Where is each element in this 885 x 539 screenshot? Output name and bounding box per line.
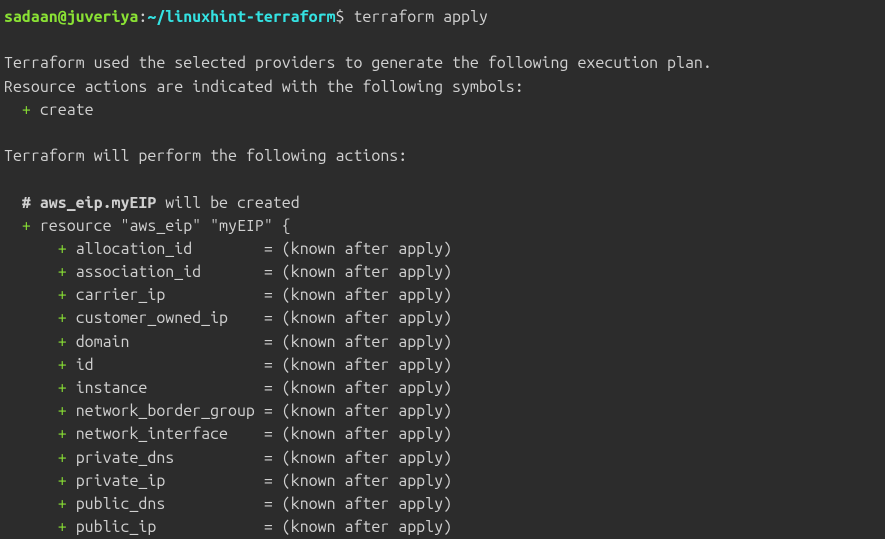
attr-row: + customer_owned_ip = (known after apply…: [4, 309, 452, 327]
attr-row: + private_ip = (known after apply): [4, 472, 452, 490]
attr-val: (known after apply): [282, 495, 452, 513]
create-symbol: +: [4, 101, 31, 119]
attr-val: (known after apply): [282, 263, 452, 281]
prompt-path: ~/linuxhint-terraform: [147, 8, 335, 26]
prompt-dollar: $: [336, 8, 354, 26]
resource-plus: +: [4, 217, 31, 235]
prompt-command: terraform apply: [353, 8, 487, 26]
attr-eq: =: [264, 449, 282, 467]
attr-eq: =: [264, 495, 282, 513]
actions-header: Terraform will perform the following act…: [4, 147, 407, 165]
attr-eq: =: [264, 263, 282, 281]
attr-row: + network_interface = (known after apply…: [4, 425, 452, 443]
intro-line2: Resource actions are indicated with the …: [4, 78, 524, 96]
attr-plus: +: [4, 518, 67, 536]
attr-plus: +: [4, 379, 67, 397]
attr-eq: =: [264, 425, 282, 443]
attr-row: + network_border_group = (known after ap…: [4, 402, 452, 420]
attr-name: public_ip: [67, 518, 264, 536]
attr-plus: +: [4, 495, 67, 513]
attr-name: network_border_group: [67, 402, 264, 420]
attr-name: carrier_ip: [67, 286, 264, 304]
attr-val: (known after apply): [282, 449, 452, 467]
attr-eq: =: [264, 379, 282, 397]
attr-eq: =: [264, 286, 282, 304]
attr-row: + domain = (known after apply): [4, 333, 452, 351]
terminal-output[interactable]: sadaan@juveriya:~/linuxhint-terraform$ t…: [4, 6, 881, 539]
attr-plus: +: [4, 425, 67, 443]
attr-plus: +: [4, 472, 67, 490]
attr-eq: =: [264, 240, 282, 258]
attr-val: (known after apply): [282, 472, 452, 490]
attr-val: (known after apply): [282, 356, 452, 374]
attr-plus: +: [4, 309, 67, 327]
attr-name: domain: [67, 333, 264, 351]
attr-row: + id = (known after apply): [4, 356, 452, 374]
attr-eq: =: [264, 356, 282, 374]
attr-row: + public_dns = (known after apply): [4, 495, 452, 513]
attr-eq: =: [264, 472, 282, 490]
attr-eq: =: [264, 402, 282, 420]
attr-row: + association_id = (known after apply): [4, 263, 452, 281]
attr-name: association_id: [67, 263, 264, 281]
attr-plus: +: [4, 240, 67, 258]
attr-name: private_ip: [67, 472, 264, 490]
attr-val: (known after apply): [282, 402, 452, 420]
attr-row: + public_ip = (known after apply): [4, 518, 452, 536]
attr-plus: +: [4, 333, 67, 351]
comment-name: aws_eip.myEIP: [40, 194, 156, 212]
attr-row: + instance = (known after apply): [4, 379, 452, 397]
create-label: create: [31, 101, 94, 119]
attr-plus: +: [4, 263, 67, 281]
prompt-user-host: sadaan@juveriya: [4, 8, 138, 26]
comment-hash: #: [4, 194, 40, 212]
intro-line1: Terraform used the selected providers to…: [4, 54, 712, 72]
attr-eq: =: [264, 309, 282, 327]
attr-val: (known after apply): [282, 240, 452, 258]
attr-name: id: [67, 356, 264, 374]
attr-plus: +: [4, 286, 67, 304]
attr-val: (known after apply): [282, 333, 452, 351]
attr-name: network_interface: [67, 425, 264, 443]
attr-val: (known after apply): [282, 425, 452, 443]
attr-val: (known after apply): [282, 286, 452, 304]
attr-val: (known after apply): [282, 309, 452, 327]
resource-comment: # aws_eip.myEIP: [4, 194, 156, 212]
attr-row: + allocation_id = (known after apply): [4, 240, 452, 258]
attr-val: (known after apply): [282, 379, 452, 397]
attr-name: allocation_id: [67, 240, 264, 258]
attr-val: (known after apply): [282, 518, 452, 536]
attr-eq: =: [264, 333, 282, 351]
attr-name: private_dns: [67, 449, 264, 467]
resource-decl: resource "aws_eip" "myEIP" {: [31, 217, 291, 235]
attr-row: + carrier_ip = (known after apply): [4, 286, 452, 304]
attr-name: instance: [67, 379, 264, 397]
attr-eq: =: [264, 518, 282, 536]
attr-name: public_dns: [67, 495, 264, 513]
prompt-line: sadaan@juveriya:~/linuxhint-terraform$ t…: [4, 8, 488, 26]
comment-suffix: will be created: [156, 194, 299, 212]
attr-name: customer_owned_ip: [67, 309, 264, 327]
attr-plus: +: [4, 356, 67, 374]
attr-plus: +: [4, 402, 67, 420]
attr-plus: +: [4, 449, 67, 467]
attr-row: + private_dns = (known after apply): [4, 449, 452, 467]
